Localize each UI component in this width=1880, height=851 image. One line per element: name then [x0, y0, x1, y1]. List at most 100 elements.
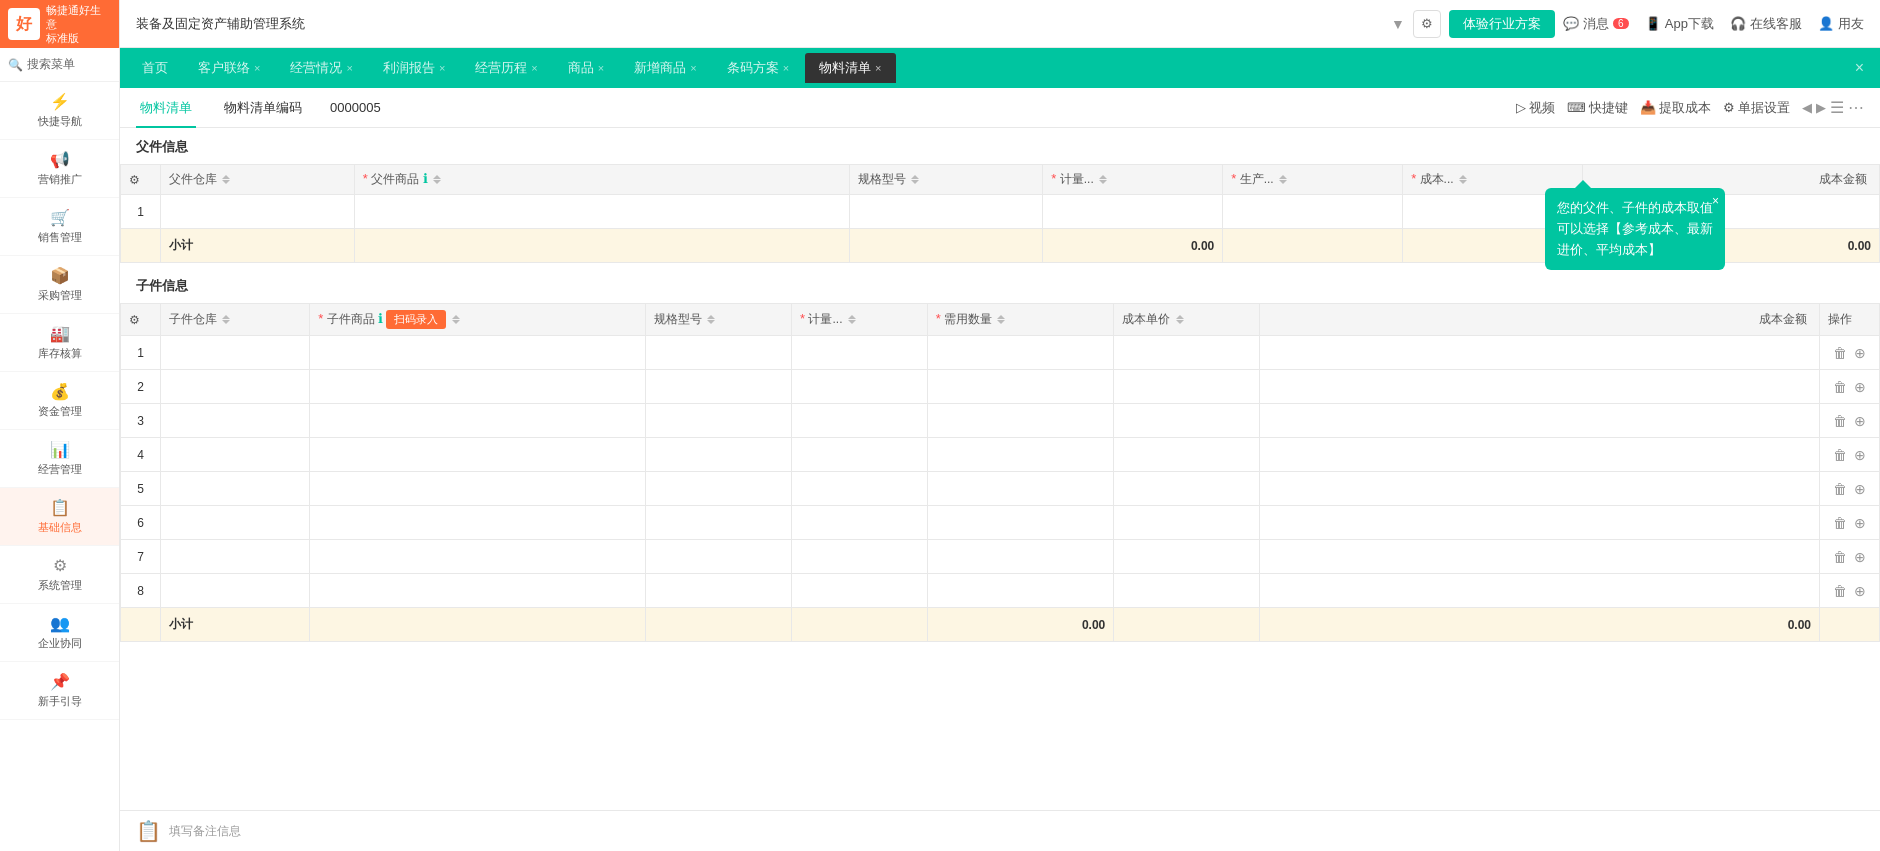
sub-tab-bom-code[interactable]: 物料清单编码	[220, 88, 306, 128]
online-service-button[interactable]: 🎧 在线客服	[1730, 15, 1802, 33]
tab-barcode-close[interactable]: ×	[783, 62, 789, 74]
copy-row-8-button[interactable]: ⊕	[1854, 583, 1866, 599]
tab-bom-close[interactable]: ×	[875, 62, 881, 74]
sidebar-item-marketing[interactable]: 📢 营销推广	[0, 140, 119, 198]
copy-row-4-button[interactable]: ⊕	[1854, 447, 1866, 463]
sidebar-item-collab[interactable]: 👥 企业协同	[0, 604, 119, 662]
parent-col-settings[interactable]: ⚙	[121, 165, 161, 195]
sidebar-item-purchase[interactable]: 📦 采购管理	[0, 256, 119, 314]
child-cell-unit-4[interactable]	[792, 438, 928, 472]
search-menu-item[interactable]: 🔍 搜索菜单	[0, 48, 119, 82]
sidebar-item-finance[interactable]: 💰 资金管理	[0, 372, 119, 430]
tab-barcode[interactable]: 条码方案 ×	[713, 53, 803, 83]
grid-view-button[interactable]: ☰	[1830, 98, 1844, 117]
child-cell-product-5[interactable]	[310, 472, 646, 506]
child-cell-qty-8[interactable]	[927, 574, 1114, 608]
child-cell-spec-4[interactable]	[645, 438, 791, 472]
child-cell-unit-price-5[interactable]	[1114, 472, 1260, 506]
sidebar-item-quick-nav[interactable]: ⚡ 快捷导航	[0, 82, 119, 140]
tab-operations-close[interactable]: ×	[346, 62, 352, 74]
sidebar-item-guide[interactable]: 📌 新手引导	[0, 662, 119, 720]
delete-row-2-button[interactable]: 🗑	[1833, 379, 1847, 395]
product-sort[interactable]	[433, 175, 441, 184]
copy-row-7-button[interactable]: ⊕	[1854, 549, 1866, 565]
unit-sort[interactable]	[1099, 175, 1107, 184]
product-help-icon[interactable]: ℹ	[423, 171, 428, 186]
sidebar-item-operations[interactable]: 📊 经营管理	[0, 430, 119, 488]
child-product-help-icon[interactable]: ℹ	[378, 311, 383, 326]
child-cell-warehouse-6[interactable]	[161, 506, 310, 540]
child-unit-sort[interactable]	[848, 315, 856, 324]
delete-row-4-button[interactable]: 🗑	[1833, 447, 1847, 463]
child-col-settings[interactable]: ⚙	[121, 304, 161, 336]
child-cell-warehouse-4[interactable]	[161, 438, 310, 472]
copy-row-2-button[interactable]: ⊕	[1854, 379, 1866, 395]
child-cell-product-6[interactable]	[310, 506, 646, 540]
child-warehouse-sort[interactable]	[222, 315, 230, 324]
child-cell-qty-2[interactable]	[927, 370, 1114, 404]
child-cell-qty-7[interactable]	[927, 540, 1114, 574]
parent-cell-warehouse-1[interactable]	[161, 195, 355, 229]
shortcut-action[interactable]: ⌨ 快捷键	[1567, 99, 1628, 117]
child-cell-qty-6[interactable]	[927, 506, 1114, 540]
tab-new-goods[interactable]: 新增商品 ×	[620, 53, 710, 83]
tab-customer[interactable]: 客户联络 ×	[184, 53, 274, 83]
child-cell-spec-2[interactable]	[645, 370, 791, 404]
spec-sort[interactable]	[911, 175, 919, 184]
child-cell-spec-5[interactable]	[645, 472, 791, 506]
child-cell-warehouse-7[interactable]	[161, 540, 310, 574]
copy-row-6-button[interactable]: ⊕	[1854, 515, 1866, 531]
more-options-button[interactable]: ⋯	[1848, 98, 1864, 117]
child-cell-unit-7[interactable]	[792, 540, 928, 574]
copy-row-5-button[interactable]: ⊕	[1854, 481, 1866, 497]
tab-history-close[interactable]: ×	[531, 62, 537, 74]
produce-sort[interactable]	[1279, 175, 1287, 184]
nav-next-button[interactable]: ▶	[1816, 100, 1826, 115]
child-cell-warehouse-3[interactable]	[161, 404, 310, 438]
sidebar-item-sales[interactable]: 🛒 销售管理	[0, 198, 119, 256]
tab-goods[interactable]: 商品 ×	[554, 53, 618, 83]
delete-row-5-button[interactable]: 🗑	[1833, 481, 1847, 497]
child-qty-sort[interactable]	[997, 315, 1005, 324]
app-download-button[interactable]: 📱 App下载	[1645, 15, 1714, 33]
child-cell-qty-1[interactable]	[927, 336, 1114, 370]
child-cell-warehouse-5[interactable]	[161, 472, 310, 506]
tab-profit-close[interactable]: ×	[439, 62, 445, 74]
child-cell-unit-price-6[interactable]	[1114, 506, 1260, 540]
nav-prev-button[interactable]: ◀	[1802, 100, 1812, 115]
child-cell-unit-8[interactable]	[792, 574, 928, 608]
tab-history[interactable]: 经营历程 ×	[461, 53, 551, 83]
tab-operations[interactable]: 经营情况 ×	[276, 53, 366, 83]
child-cell-spec-7[interactable]	[645, 540, 791, 574]
child-cell-warehouse-2[interactable]	[161, 370, 310, 404]
close-all-tabs-button[interactable]: ×	[1847, 59, 1872, 77]
parent-cell-product-1[interactable]	[354, 195, 849, 229]
child-cell-unit-price-8[interactable]	[1114, 574, 1260, 608]
delete-row-6-button[interactable]: 🗑	[1833, 515, 1847, 531]
child-cell-warehouse-1[interactable]	[161, 336, 310, 370]
delete-row-8-button[interactable]: 🗑	[1833, 583, 1847, 599]
parent-cell-unit-1[interactable]	[1043, 195, 1223, 229]
tab-profit[interactable]: 利润报告 ×	[369, 53, 459, 83]
parent-cell-produce-1[interactable]	[1223, 195, 1403, 229]
note-placeholder[interactable]: 填写备注信息	[169, 823, 241, 840]
parent-cell-spec-1[interactable]	[849, 195, 1043, 229]
dropdown-arrow[interactable]: ▼	[1391, 16, 1405, 32]
tab-goods-close[interactable]: ×	[598, 62, 604, 74]
delete-row-1-button[interactable]: 🗑	[1833, 345, 1847, 361]
child-cell-unit-5[interactable]	[792, 472, 928, 506]
child-cell-product-4[interactable]	[310, 438, 646, 472]
child-cell-product-7[interactable]	[310, 540, 646, 574]
cost-sort[interactable]	[1459, 175, 1467, 184]
child-cell-warehouse-8[interactable]	[161, 574, 310, 608]
tab-home[interactable]: 首页	[128, 53, 182, 83]
child-cell-qty-3[interactable]	[927, 404, 1114, 438]
settings-gear-button[interactable]: ⚙	[1413, 10, 1441, 38]
child-product-sort[interactable]	[452, 315, 460, 324]
child-cell-unit-3[interactable]	[792, 404, 928, 438]
sub-tab-bom[interactable]: 物料清单	[136, 88, 196, 128]
child-cell-spec-8[interactable]	[645, 574, 791, 608]
child-cell-spec-3[interactable]	[645, 404, 791, 438]
child-cell-unit-price-7[interactable]	[1114, 540, 1260, 574]
child-cell-unit-1[interactable]	[792, 336, 928, 370]
